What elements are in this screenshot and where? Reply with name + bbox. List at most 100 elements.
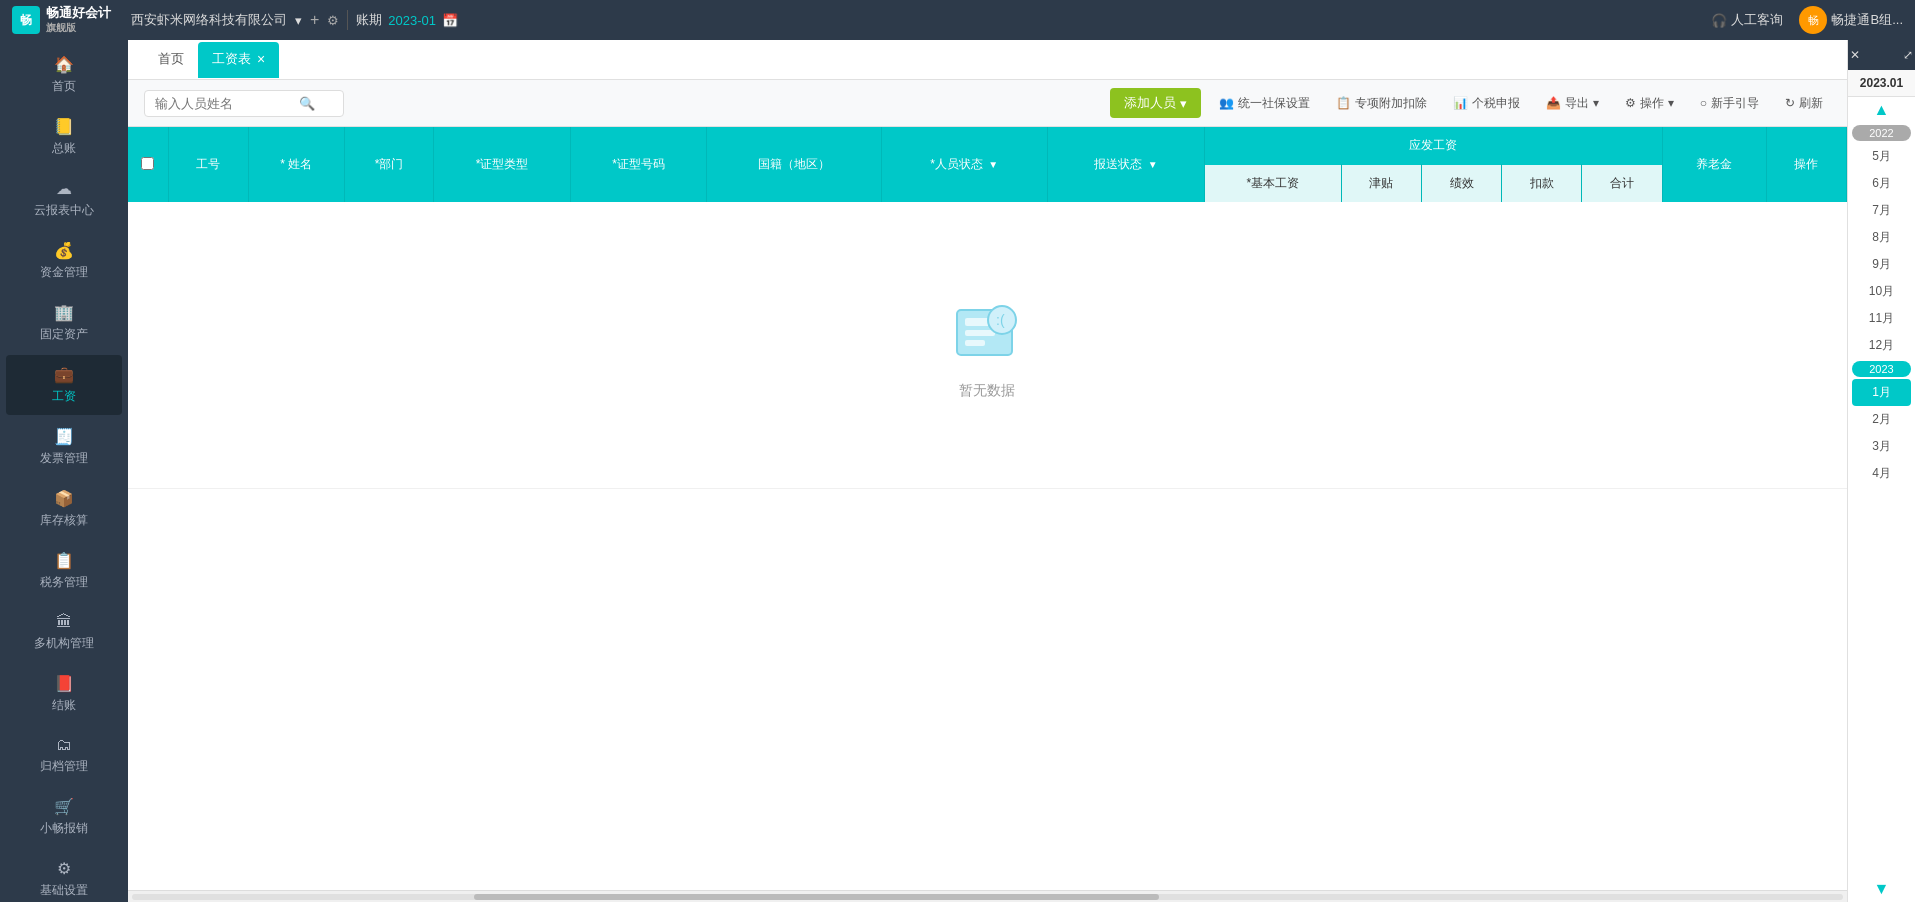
settings-icon[interactable]: ⚙ [327, 13, 339, 28]
sidebar-item-label: 基础设置 [40, 882, 88, 899]
date-nav-up[interactable]: ▲ [1848, 97, 1915, 123]
period-label: 账期 [356, 11, 382, 29]
month-2022-12[interactable]: 12月 [1848, 332, 1915, 359]
sidebar-item-ledger[interactable]: 📒 总账 [6, 107, 122, 167]
sidebar-item-fund[interactable]: 💰 资金管理 [6, 231, 122, 291]
sidebar-item-inventory[interactable]: 📦 库存核算 [6, 479, 122, 539]
horizontal-scrollbar[interactable] [128, 890, 1847, 902]
th-total: 合计 [1582, 165, 1662, 203]
deduct-icon: 📋 [1336, 96, 1351, 110]
sidebar-item-label: 归档管理 [40, 758, 88, 775]
sidebar-item-tax[interactable]: 📋 税务管理 [6, 541, 122, 601]
panel-close-btn[interactable]: ✕ [1850, 48, 1860, 62]
refresh-btn[interactable]: ↻ 刷新 [1777, 91, 1831, 116]
logo-sub: 旗舰版 [46, 21, 111, 35]
select-all-checkbox[interactable] [141, 157, 154, 170]
period-selector[interactable]: 账期 2023-01 📅 [356, 11, 458, 29]
sidebar-item-label: 税务管理 [40, 574, 88, 591]
th-pension: 养老金 [1662, 127, 1766, 202]
th-allowance: 津贴 [1341, 165, 1421, 203]
sidebar-item-label: 首页 [52, 78, 76, 95]
sidebar-item-home[interactable]: 🏠 首页 [6, 45, 122, 105]
company-name: 西安虾米网络科技有限公司 [131, 11, 287, 29]
calendar-icon[interactable]: 📅 [442, 13, 458, 28]
th-deduction: 扣款 [1502, 165, 1582, 203]
sidebar-item-close-account[interactable]: 📕 结账 [6, 664, 122, 724]
headset-icon: 🎧 [1711, 13, 1727, 28]
date-panel: ✕ ⤢ 2023.01 ▲ 2022 5月 6月 7月 8月 9月 10月 11… [1847, 40, 1915, 902]
svg-rect-2 [965, 330, 995, 336]
sidebar-item-wage[interactable]: 💼 工资 [6, 355, 122, 415]
guide-btn[interactable]: ○ 新手引导 [1692, 91, 1767, 116]
home-icon: 🏠 [54, 55, 74, 74]
tab-wage-label: 工资表 [212, 50, 251, 68]
month-2022-11[interactable]: 11月 [1848, 305, 1915, 332]
status-filter-icon[interactable]: ▼ [988, 159, 998, 170]
sidebar-item-fixed-assets[interactable]: 🏢 固定资产 [6, 293, 122, 353]
sidebar-item-label: 发票管理 [40, 450, 88, 467]
sidebar-item-expense[interactable]: 🛒 小畅报销 [6, 787, 122, 847]
empty-state: :( 暂无数据 [136, 210, 1839, 480]
sidebar-item-label: 小畅报销 [40, 820, 88, 837]
chevron-down-icon[interactable]: ▾ [295, 13, 302, 28]
tax-declare-btn[interactable]: 📊 个税申报 [1445, 91, 1528, 116]
month-2022-07[interactable]: 7月 [1848, 197, 1915, 224]
tab-close-icon[interactable]: × [257, 51, 265, 67]
sidebar-item-label: 结账 [52, 697, 76, 714]
th-empno: 工号 [168, 127, 248, 202]
scrollbar-track[interactable] [132, 894, 1843, 900]
sidebar-item-label: 总账 [52, 140, 76, 157]
fund-icon: 💰 [54, 241, 74, 260]
sidebar-item-label: 资金管理 [40, 264, 88, 281]
empty-text: 暂无数据 [959, 382, 1015, 400]
svg-rect-3 [965, 340, 985, 346]
nav-down-icon[interactable]: ▼ [1874, 880, 1890, 898]
th-name: * 姓名 [248, 127, 344, 202]
month-2022-08[interactable]: 8月 [1848, 224, 1915, 251]
sidebar-item-multi-org[interactable]: 🏛 多机构管理 [6, 603, 122, 662]
export-icon: 📤 [1546, 96, 1561, 110]
tax-icon: 📋 [54, 551, 74, 570]
th-report-status: 报送状态 ▼ [1047, 127, 1204, 202]
tab-home[interactable]: 首页 [144, 42, 198, 78]
month-2022-10[interactable]: 10月 [1848, 278, 1915, 305]
user-profile[interactable]: 畅 畅捷通B组... [1799, 6, 1903, 34]
social-security-btn[interactable]: 👥 统一社保设置 [1211, 91, 1318, 116]
add-icon[interactable]: + [310, 11, 319, 29]
month-2023-01[interactable]: 1月 [1852, 379, 1911, 406]
sidebar-item-settings[interactable]: ⚙ 基础设置 [6, 849, 122, 902]
sidebar-item-cloud-report[interactable]: ☁ 云报表中心 [6, 169, 122, 229]
month-2023-02[interactable]: 2月 [1848, 406, 1915, 433]
close-account-icon: 📕 [54, 674, 74, 693]
empty-state-cell: :( 暂无数据 [128, 202, 1847, 489]
customer-service-btn[interactable]: 🎧 人工客询 [1711, 11, 1783, 29]
tax-icon: 📊 [1453, 96, 1468, 110]
search-input[interactable] [155, 96, 295, 111]
th-nationality: 国籍（地区） [707, 127, 881, 202]
date-nav-down[interactable]: ▼ [1848, 876, 1915, 902]
panel-expand-btn[interactable]: ⤢ [1903, 48, 1913, 62]
main-area: 🏠 首页 📒 总账 ☁ 云报表中心 💰 资金管理 🏢 固定资产 💼 工资 [0, 40, 1915, 902]
month-2022-06[interactable]: 6月 [1848, 170, 1915, 197]
tab-wage[interactable]: 工资表 × [198, 42, 279, 78]
special-deduct-btn[interactable]: 📋 专项附加扣除 [1328, 91, 1435, 116]
nav-up-icon[interactable]: ▲ [1874, 101, 1890, 119]
select-all-th[interactable] [128, 127, 168, 202]
month-2022-09[interactable]: 9月 [1848, 251, 1915, 278]
search-box[interactable]: 🔍 [144, 90, 344, 117]
sidebar-item-archive[interactable]: 🗂 归档管理 [6, 726, 122, 785]
add-person-button[interactable]: 添加人员 ▾ [1110, 88, 1201, 118]
operate-btn[interactable]: ⚙ 操作 ▾ [1617, 91, 1682, 116]
month-2023-03[interactable]: 3月 [1848, 433, 1915, 460]
month-2022-05[interactable]: 5月 [1848, 143, 1915, 170]
sidebar-item-label: 工资 [52, 388, 76, 405]
month-2023-04[interactable]: 4月 [1848, 460, 1915, 487]
sidebar-item-invoice[interactable]: 🧾 发票管理 [6, 417, 122, 477]
company-selector[interactable]: 西安虾米网络科技有限公司 ▾ + ⚙ [131, 11, 339, 29]
scrollbar-thumb[interactable] [474, 894, 1158, 900]
export-btn[interactable]: 📤 导出 ▾ [1538, 91, 1607, 116]
report-filter-icon[interactable]: ▼ [1148, 159, 1158, 170]
period-value: 2023-01 [388, 13, 436, 28]
sidebar-item-label: 多机构管理 [34, 635, 94, 652]
toolbar-right: 添加人员 ▾ 👥 统一社保设置 📋 专项附加扣除 📊 个税申报 [1110, 88, 1831, 118]
